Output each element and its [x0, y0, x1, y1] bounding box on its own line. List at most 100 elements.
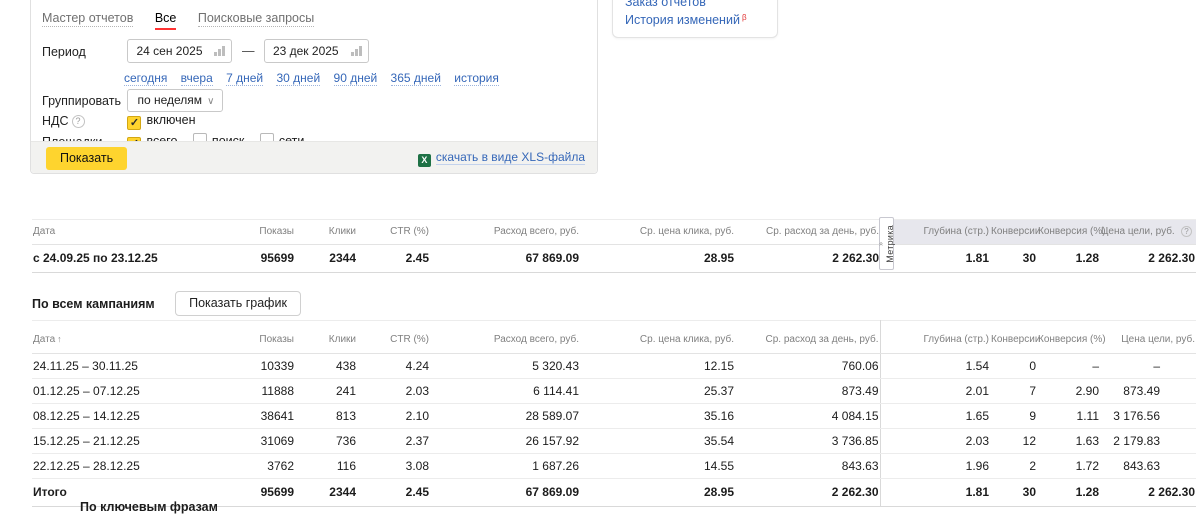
value-cell: 2.45 [357, 478, 430, 507]
col-header-depth[interactable]: Глубина (стр.) [896, 320, 990, 354]
value-cell: 1.63 [1037, 428, 1100, 454]
vat-checkbox[interactable]: ✓ [127, 116, 142, 130]
col-header-clicks[interactable]: Клики [295, 320, 357, 354]
value-cell: 116 [295, 453, 357, 479]
reports-menu-panel: Заказ отчетов История изменений β [612, 0, 778, 38]
value-cell: 2.45 [357, 244, 430, 273]
value-cell: 28 589.07 [430, 403, 580, 429]
value-cell: 12 [990, 428, 1037, 454]
value-cell: 1.81 [896, 478, 990, 507]
value-cell: 760.06 [735, 353, 880, 379]
value-cell: 67 869.09 [430, 478, 580, 507]
col-header-avg-daily-cost[interactable]: Ср. расход за день, руб. [735, 320, 880, 354]
quick-link-90days[interactable]: 90 дней [333, 71, 378, 86]
order-reports-link[interactable]: Заказ отчетов [625, 0, 777, 9]
col-header-impressions[interactable]: Показы [232, 320, 295, 354]
value-cell: 1.54 [896, 353, 990, 379]
col-header-ctr[interactable]: CTR (%) [357, 320, 430, 354]
value-cell: 1.96 [896, 453, 990, 479]
value-cell: 2.03 [357, 378, 430, 404]
value-cell: 2 262.30 [1100, 244, 1196, 273]
calendar-icon[interactable] [350, 46, 363, 56]
value-cell: – [1037, 353, 1100, 379]
metrika-collapse-tab[interactable]: » Метрика [878, 217, 895, 270]
form-footer: Показать Xскачать в виде XLS-файла [31, 141, 597, 173]
quick-link-yesterday[interactable]: вчера [180, 71, 213, 86]
value-cell: – [1100, 353, 1196, 379]
show-chart-button[interactable]: Показать график [175, 291, 301, 316]
col-header-conversion-rate[interactable]: Конверсия (%) [1037, 320, 1106, 354]
quick-link-today[interactable]: сегодня [124, 71, 168, 86]
tab-report-wizard[interactable]: Мастер отчетов [42, 11, 134, 27]
value-cell: 31069 [232, 428, 295, 454]
col-header-date-sortable[interactable]: Дата ↑ [32, 320, 232, 354]
value-cell: 2 179.83 [1100, 428, 1196, 454]
summary-header-row: Дата Показы Клики CTR (%) Расход всего, … [32, 219, 1196, 245]
quick-link-7days[interactable]: 7 дней [226, 71, 264, 86]
value-cell: 1 687.26 [430, 453, 580, 479]
show-button[interactable]: Показать [46, 147, 128, 170]
date-cell: 01.12.25 – 07.12.25 [32, 378, 232, 404]
value-cell: 6 114.41 [430, 378, 580, 404]
col-header-avg-cpc[interactable]: Ср. цена клика, руб. [580, 320, 735, 354]
value-cell: 30 [990, 478, 1037, 507]
tab-all[interactable]: Все [154, 11, 177, 30]
date-cell: 22.12.25 – 28.12.25 [32, 453, 232, 479]
metrika-divider-cell [879, 320, 896, 354]
download-xls-link[interactable]: Xскачать в виде XLS-файла [417, 150, 585, 167]
value-cell: 26 157.92 [430, 428, 580, 454]
value-cell: 38641 [232, 403, 295, 429]
value-cell: 10339 [232, 353, 295, 379]
grouping-value: по неделям [137, 93, 203, 107]
col-header-conversions[interactable]: Конверсии [990, 320, 1040, 354]
calendar-icon[interactable] [214, 46, 226, 56]
goal-cost-help-icon[interactable]: ? [1181, 226, 1192, 237]
metrika-divider-cell [879, 453, 896, 479]
value-cell: 9 [990, 403, 1037, 429]
col-header-depth: Глубина (стр.) [896, 219, 990, 245]
quick-link-30days[interactable]: 30 дней [276, 71, 321, 86]
value-cell: 3762 [232, 453, 295, 479]
change-history-link[interactable]: История изменений β [625, 13, 777, 27]
value-cell: 2 262.30 [735, 478, 880, 507]
value-cell: 2.03 [896, 428, 990, 454]
value-cell: 14.55 [580, 453, 735, 479]
weekly-table-section: Дата ↑ Показы Клики CTR (%) Расход всего,… [32, 320, 1196, 507]
value-cell: 843.63 [1100, 453, 1196, 479]
col-header-total-cost[interactable]: Расход всего, руб. [430, 320, 580, 354]
weekly-header-row: Дата ↑ Показы Клики CTR (%) Расход всего,… [32, 320, 1196, 354]
value-cell: 5 320.43 [430, 353, 580, 379]
date-to-wrap [263, 39, 369, 63]
quick-link-history[interactable]: история [454, 71, 499, 86]
report-page: { "tabs": { "items": [ { "label": "Масте… [0, 0, 1199, 514]
table-row: 08.12.25 – 14.12.25 38641 813 2.10 28 589.07… [32, 403, 1196, 429]
value-cell: 843.63 [735, 453, 880, 479]
sort-asc-icon: ↑ [57, 334, 62, 344]
grouping-select[interactable]: по неделям ∨ [127, 89, 224, 112]
xls-file-icon: X [417, 154, 431, 167]
value-cell: 241 [295, 378, 357, 404]
date-cell: 08.12.25 – 14.12.25 [32, 403, 232, 429]
value-cell: 28.95 [580, 244, 735, 273]
col-header-date: Дата [32, 219, 232, 245]
campaigns-section-title: По всем кампаниям [32, 296, 155, 311]
value-cell: 736 [295, 428, 357, 454]
vat-help-icon[interactable]: ? [71, 114, 85, 128]
value-cell: 30 [990, 244, 1037, 273]
value-cell: 2 262.30 [735, 244, 880, 273]
value-cell: 67 869.09 [430, 244, 580, 273]
table-row: 01.12.25 – 07.12.25 11888 241 2.03 6 114.41 2… [32, 378, 1196, 404]
col-header-impressions: Показы [232, 219, 295, 245]
value-cell: 11888 [232, 378, 295, 404]
value-cell: 7 [990, 378, 1037, 404]
tab-search-queries[interactable]: Поисковые запросы [197, 11, 315, 27]
quick-link-365days[interactable]: 365 дней [390, 71, 441, 86]
metrika-divider-cell [879, 353, 896, 379]
date-cell: с 24.09.25 по 23.12.25 [32, 244, 232, 273]
col-header-ctr: CTR (%) [357, 219, 430, 245]
table-row: 22.12.25 – 28.12.25 3762 116 3.08 1 687.26 14… [32, 453, 1196, 479]
value-cell: 95699 [232, 244, 295, 273]
col-header-goal-cost[interactable]: Цена цели, руб. [1100, 320, 1196, 354]
value-cell: 2.37 [357, 428, 430, 454]
metrika-divider-cell [879, 478, 896, 507]
